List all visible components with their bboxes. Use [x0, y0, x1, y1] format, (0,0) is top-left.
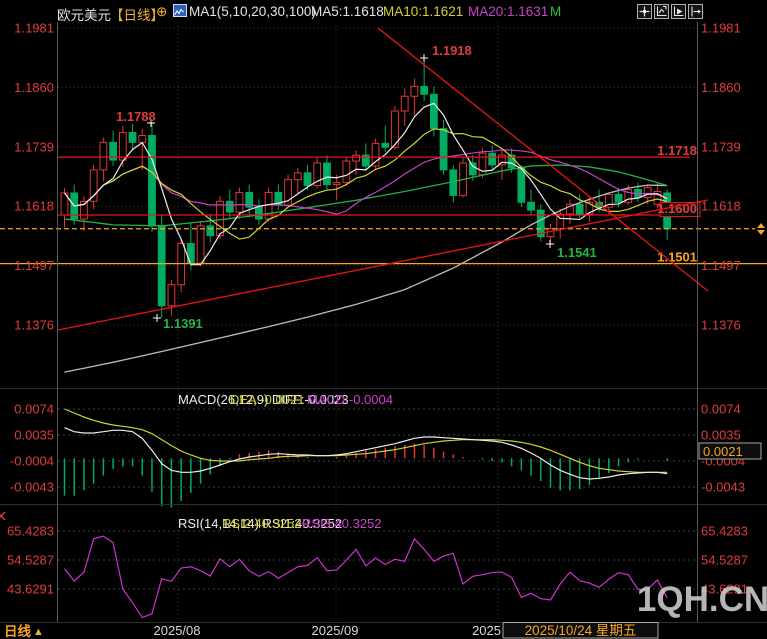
axis-labels: 1.1981 1.1981 1.1860 1.1860 1.1739 1.1739 1.16… [7, 21, 761, 597]
period-dropdown-arrow-icon[interactable]: ▲ [33, 626, 44, 638]
svg-text:1.1788: 1.1788 [116, 109, 156, 124]
svg-text:2025: 2025 [472, 623, 501, 638]
svg-text:1.1376: 1.1376 [14, 318, 54, 333]
svg-text:RSI2:40.3252: RSI2:40.3252 [222, 516, 302, 531]
svg-text:54.5287: 54.5287 [701, 553, 748, 568]
svg-text:1.1501: 1.1501 [657, 250, 697, 265]
svg-text:-0.0043: -0.0043 [701, 479, 745, 494]
svg-text:MACD:-0.0004: MACD:-0.0004 [307, 392, 393, 407]
crosshair-date-label: 2025/10/24 星期五 [525, 623, 637, 638]
svg-text:1.1376: 1.1376 [701, 318, 741, 333]
svg-text:-0.0043: -0.0043 [10, 479, 54, 494]
svg-text:1.1860: 1.1860 [14, 80, 54, 95]
svg-text:1.1981: 1.1981 [14, 21, 54, 36]
svg-text:1.1618: 1.1618 [701, 199, 741, 214]
x-axis-tick: 2025/08 [154, 623, 201, 638]
watermark: 1QH.CN [637, 580, 767, 619]
svg-text:1.1391: 1.1391 [163, 316, 203, 331]
svg-text:1.1497: 1.1497 [701, 258, 741, 273]
svg-text:0.0021: 0.0021 [703, 444, 743, 459]
svg-text:1.1541: 1.1541 [557, 245, 597, 260]
svg-text:-0.0004: -0.0004 [10, 453, 54, 468]
svg-text:0.0035: 0.0035 [701, 428, 741, 443]
svg-text:1.1981: 1.1981 [701, 21, 741, 36]
svg-text:1.1718: 1.1718 [657, 143, 697, 158]
svg-text:54.5287: 54.5287 [7, 553, 54, 568]
svg-text:1.1497: 1.1497 [14, 258, 54, 273]
svg-text:1.1739: 1.1739 [14, 139, 54, 154]
svg-text:43.6291: 43.6291 [7, 582, 54, 597]
chart-canvas[interactable]: 1.17181.16001.15011.17881.19181.15411.13… [0, 0, 767, 639]
svg-text:65.4283: 65.4283 [701, 523, 748, 538]
svg-text:RSI3:40.3252: RSI3:40.3252 [302, 516, 382, 531]
x-axis-tick: 2025/09 [312, 623, 359, 638]
svg-text:0.0074: 0.0074 [701, 402, 741, 417]
svg-text:65.4283: 65.4283 [7, 523, 54, 538]
svg-text:0.0074: 0.0074 [14, 402, 54, 417]
svg-text:DEA:-0.0021: DEA:-0.0021 [230, 392, 304, 407]
svg-text:0.0035: 0.0035 [14, 428, 54, 443]
svg-text:1.1860: 1.1860 [701, 80, 741, 95]
period-selector[interactable]: 日线 [4, 623, 31, 639]
price-line-handle-icon[interactable] [757, 223, 765, 228]
svg-text:1.1739: 1.1739 [701, 139, 741, 154]
svg-text:1.1918: 1.1918 [432, 43, 472, 58]
trading-app-window: 欧元美元 【日线】 ⊕ MA1(5,10,20,30,100) MA5:1.16… [0, 0, 767, 639]
svg-text:1.1618: 1.1618 [14, 199, 54, 214]
